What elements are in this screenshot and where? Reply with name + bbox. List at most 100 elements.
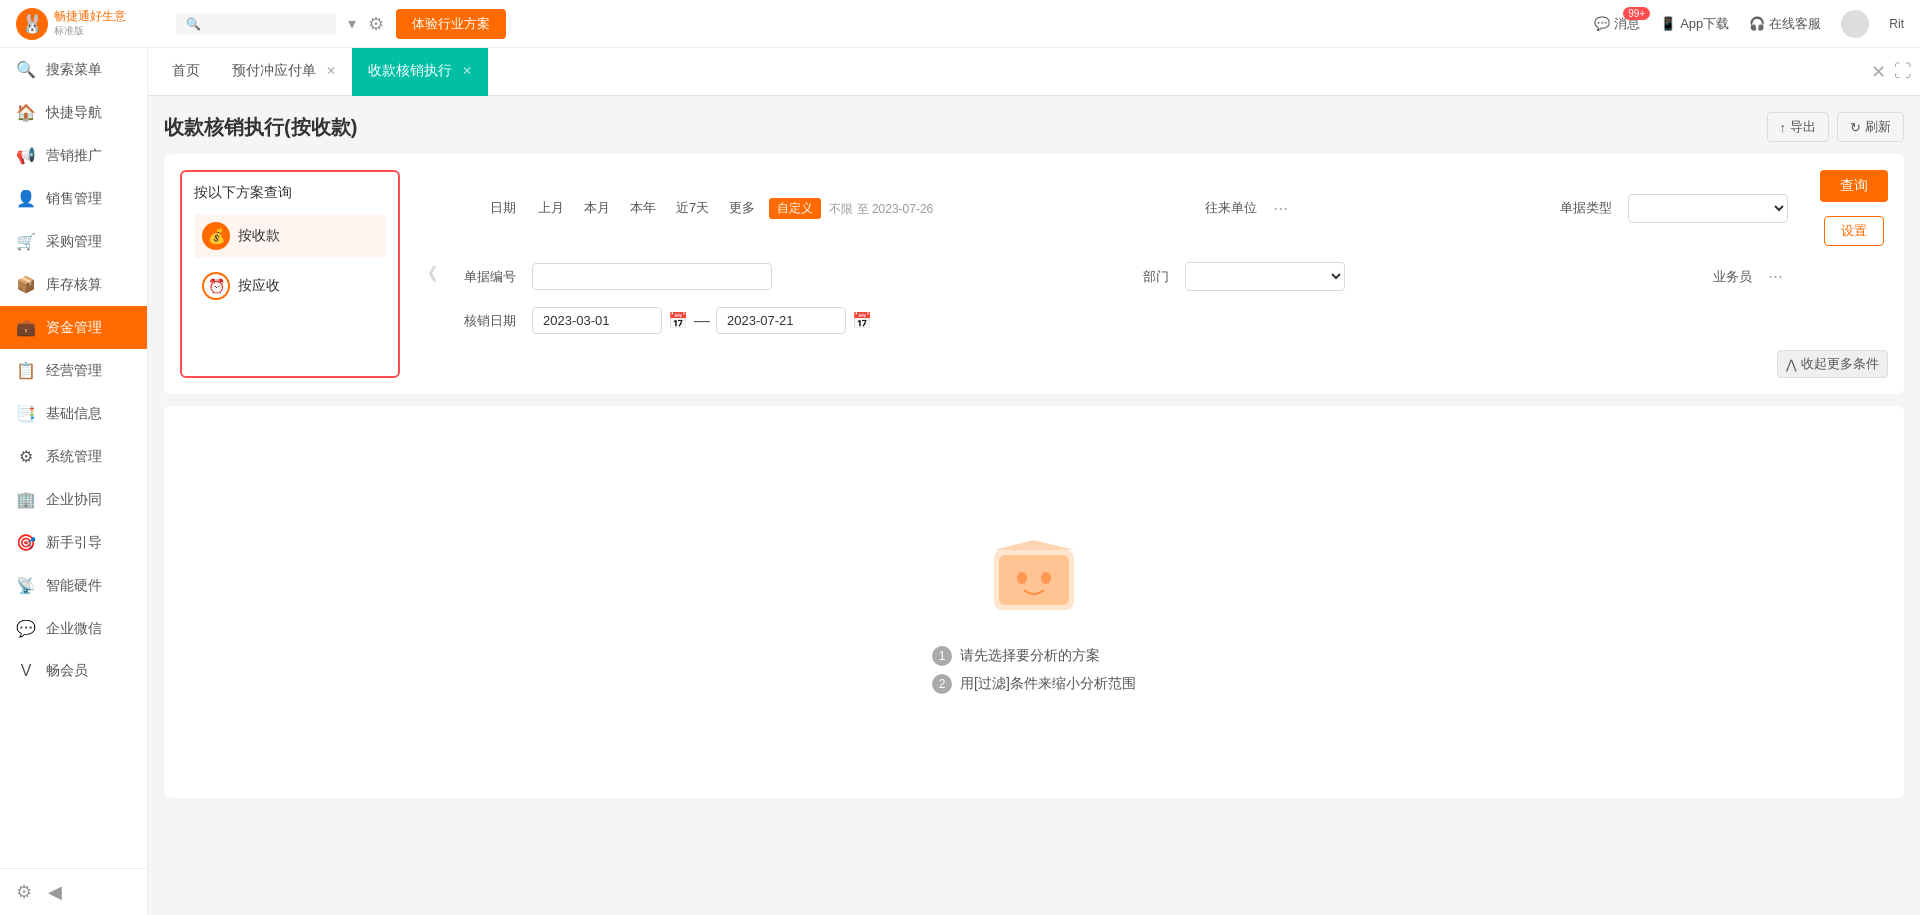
date-btn-last-month[interactable]: 上月 — [532, 197, 570, 219]
gear-icon[interactable]: ⚙ — [368, 13, 384, 35]
tab-home[interactable]: 首页 — [156, 48, 216, 96]
app-edition: 标准版 — [54, 24, 126, 38]
sidebar-label-search-menu: 搜索菜单 — [46, 61, 102, 79]
calendar-end-icon[interactable]: 📅 — [852, 311, 872, 330]
date-sub: 不限 至 2023-07-26 — [829, 201, 933, 218]
date-separator: — — [694, 312, 710, 330]
sidebar-item-search-menu[interactable]: 🔍 搜索菜单 — [0, 48, 147, 91]
sidebar-label-basic-info: 基础信息 — [46, 405, 102, 423]
sidebar-label-quick-nav: 快捷导航 — [46, 104, 102, 122]
filter-option-receipt-label: 按收款 — [238, 227, 280, 245]
filter-option-by-receipt[interactable]: 💰 按收款 — [194, 214, 386, 258]
date-btn-more[interactable]: 更多 — [723, 197, 761, 219]
date-btn-this-month[interactable]: 本月 — [578, 197, 616, 219]
collapse-sidebar-icon[interactable]: ◀ — [48, 881, 62, 903]
sidebar-label-marketing: 营销推广 — [46, 147, 102, 165]
staff-input[interactable]: ··· — [1768, 266, 1888, 287]
message-icon-btn[interactable]: 💬 消息 99+ — [1594, 15, 1640, 33]
collapse-up-icon: ⋀ — [1786, 357, 1797, 372]
settings-bottom-icon[interactable]: ⚙ — [16, 881, 32, 903]
tab-collection[interactable]: 收款核销执行 ✕ — [352, 48, 488, 96]
bill-type-select[interactable] — [1628, 194, 1788, 223]
sidebar-item-inventory[interactable]: 📦 库存核算 — [0, 263, 147, 306]
bill-no-input[interactable] — [532, 263, 772, 290]
logo: 🐰 畅捷通好生意 标准版 — [16, 8, 164, 40]
search-icon: 🔍 — [16, 60, 36, 79]
basic-info-icon: 📑 — [16, 404, 36, 423]
avatar — [1841, 10, 1869, 38]
sidebar-item-purchase[interactable]: 🛒 采购管理 — [0, 220, 147, 263]
sidebar-label-finance: 资金管理 — [46, 319, 102, 337]
sidebar-item-quick-nav[interactable]: 🏠 快捷导航 — [0, 91, 147, 134]
sidebar-item-corp-collab[interactable]: 🏢 企业协同 — [0, 478, 147, 521]
fullscreen-icon[interactable]: ⛶ — [1894, 61, 1912, 82]
solution-button[interactable]: 体验行业方案 — [396, 9, 506, 39]
bill-type-label: 单据类型 — [1552, 199, 1612, 217]
sidebar-item-marketing[interactable]: 📢 营销推广 — [0, 134, 147, 177]
tab-prepay[interactable]: 预付冲应付单 ✕ — [216, 48, 352, 96]
app-name: 畅捷通好生意 — [54, 9, 126, 23]
collapse-more-btn[interactable]: ⋀ 收起更多条件 — [1777, 350, 1888, 378]
empty-text: 1 请先选择要分析的方案 2 用[过滤]条件来缩小分析范围 — [932, 646, 1136, 694]
logo-icon: 🐰 — [16, 8, 48, 40]
app-icon: 📱 — [1660, 16, 1676, 31]
date-btn-this-year[interactable]: 本年 — [624, 197, 662, 219]
query-button[interactable]: 查询 — [1820, 170, 1888, 202]
export-icon: ↑ — [1780, 120, 1787, 135]
sidebar-label-system: 系统管理 — [46, 448, 102, 466]
partner-label: 往来单位 — [1197, 199, 1257, 217]
sidebar-item-guide[interactable]: 🎯 新手引导 — [0, 521, 147, 564]
topbar: 🐰 畅捷通好生意 标准版 🔍 ▾ ⚙ 体验行业方案 💬 消息 99+ 📱 App… — [0, 0, 1920, 48]
collapse-more-label: 收起更多条件 — [1801, 355, 1879, 373]
sidebar-item-smart-hw[interactable]: 📡 智能硬件 — [0, 564, 147, 607]
dropdown-arrow-icon[interactable]: ▾ — [348, 14, 356, 33]
refresh-icon: ↻ — [1850, 120, 1861, 135]
tab-prepay-close[interactable]: ✕ — [326, 64, 336, 78]
dept-select[interactable] — [1185, 262, 1345, 291]
refresh-button[interactable]: ↻ 刷新 — [1837, 112, 1904, 142]
wechat-icon: 💬 — [16, 619, 36, 638]
query-btn-group: 查询 设置 — [1820, 170, 1888, 246]
sidebar-item-basic-info[interactable]: 📑 基础信息 — [0, 392, 147, 435]
guide-icon: 🎯 — [16, 533, 36, 552]
empty-illustration — [974, 510, 1094, 630]
partner-input[interactable]: ··· — [1273, 198, 1288, 219]
hint-num-2: 2 — [932, 674, 952, 694]
export-label: 导出 — [1790, 118, 1816, 136]
svg-point-2 — [1017, 572, 1027, 584]
sidebar-label-operation: 经营管理 — [46, 362, 102, 380]
app-download-btn[interactable]: 📱 App下载 — [1660, 15, 1729, 33]
search-box[interactable]: 🔍 — [176, 13, 336, 35]
tab-collection-label: 收款核销执行 — [368, 62, 452, 80]
date-btn-7days[interactable]: 近7天 — [670, 197, 715, 219]
tab-home-label: 首页 — [172, 62, 200, 80]
close-all-icon[interactable]: ✕ — [1871, 61, 1886, 83]
sidebar-item-finance[interactable]: 💼 资金管理 — [0, 306, 147, 349]
sidebar-item-operation[interactable]: 📋 经营管理 — [0, 349, 147, 392]
sidebar-item-sales[interactable]: 👤 销售管理 — [0, 177, 147, 220]
hint-2-label: 用[过滤]条件来缩小分析范围 — [960, 675, 1136, 693]
system-icon: ⚙ — [16, 447, 36, 466]
filter-collapse-button[interactable]: 《 — [416, 170, 440, 378]
receipt-icon: 💰 — [202, 222, 230, 250]
sidebar-item-system[interactable]: ⚙ 系统管理 — [0, 435, 147, 478]
filter-sidebar-title: 按以下方案查询 — [194, 184, 386, 202]
message-icon: 💬 — [1594, 16, 1610, 31]
hint-num-1: 1 — [932, 646, 952, 666]
online-service-btn[interactable]: 🎧 在线客服 — [1749, 15, 1821, 33]
writeoff-date-end[interactable] — [716, 307, 846, 334]
calendar-start-icon[interactable]: 📅 — [668, 311, 688, 330]
export-button[interactable]: ↑ 导出 — [1767, 112, 1830, 142]
tabbar: 首页 预付冲应付单 ✕ 收款核销执行 ✕ ✕ ⛶ — [148, 48, 1920, 96]
filter-option-by-receivable[interactable]: ⏰ 按应收 — [194, 264, 386, 308]
staff-label: 业务员 — [1702, 268, 1752, 286]
writeoff-date-start[interactable] — [532, 307, 662, 334]
svg-point-3 — [1041, 572, 1051, 584]
setting-button[interactable]: 设置 — [1824, 216, 1884, 246]
sidebar: 🔍 搜索菜单 🏠 快捷导航 📢 营销推广 👤 销售管理 🛒 采购管理 📦 库存核… — [0, 48, 148, 915]
sidebar-item-member[interactable]: V 畅会员 — [0, 650, 147, 692]
tabbar-actions: ✕ ⛶ — [1871, 61, 1912, 83]
sidebar-item-wechat[interactable]: 💬 企业微信 — [0, 607, 147, 650]
page-header: 收款核销执行(按收款) ↑ 导出 ↻ 刷新 — [164, 112, 1904, 142]
tab-collection-close[interactable]: ✕ — [462, 64, 472, 78]
